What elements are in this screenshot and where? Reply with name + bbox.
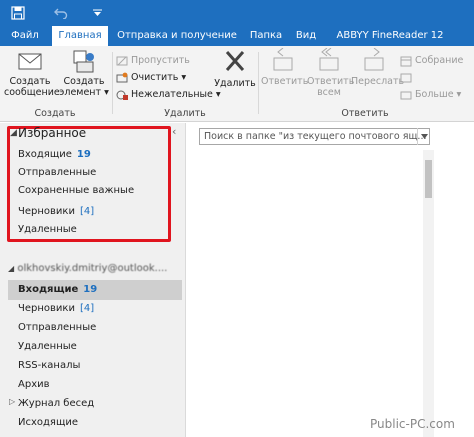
account-header[interactable]: ◢ olkhovskiy.dmitriy@outlook.... <box>8 260 186 278</box>
tab-file[interactable]: Файл <box>4 26 46 46</box>
new-item-label-1: Создать <box>63 76 105 87</box>
new-email-icon <box>18 53 42 70</box>
delete-button[interactable]: Удалить <box>214 48 256 89</box>
folder-archive-label: Архив <box>18 379 50 390</box>
folder-archive[interactable]: Архив <box>18 376 50 394</box>
favorite-deleted[interactable]: Удаленные <box>18 221 77 239</box>
minimize-pane-icon[interactable]: ‹ <box>172 125 176 138</box>
folder-rss-label: RSS-каналы <box>18 360 81 371</box>
im-reply-button[interactable] <box>400 69 412 86</box>
search-dropdown-icon[interactable] <box>417 128 430 145</box>
cleanup-icon <box>116 72 128 82</box>
ribbon-tabs: Файл Главная Отправка и получение Папка … <box>0 26 474 46</box>
folder-sent[interactable]: Отправленные <box>18 319 96 337</box>
expand-arrow-icon[interactable]: ▷ <box>9 397 15 406</box>
ignore-icon <box>116 56 128 65</box>
favorites-title[interactable]: Избранное <box>18 126 86 140</box>
tab-abbyy[interactable]: ABBYY FineReader 12 <box>326 26 454 46</box>
folder-inbox[interactable]: Входящие 19 <box>18 281 97 299</box>
folder-drafts-count: [4] <box>79 303 95 314</box>
title-bar <box>0 0 474 26</box>
search-input[interactable]: Поиск в папке "из текущего почтового ящ.… <box>199 128 430 145</box>
favorite-inbox-label: Входящие <box>18 149 72 160</box>
cleanup-label: Очистить ▾ <box>131 72 187 83</box>
more-label: Больше ▾ <box>415 89 462 100</box>
folder-rss[interactable]: RSS-каналы <box>18 357 80 375</box>
new-item-label-2: элемент ▾ <box>59 87 109 98</box>
navigation-pane: ◢ Избранное ‹ Входящие 19 Отправленные Со… <box>0 123 186 437</box>
reply-all-icon <box>319 48 339 71</box>
reply-all-button[interactable]: Ответить всем <box>307 48 355 98</box>
group-label-delete: Удалить <box>164 108 206 119</box>
favorite-saved-label: Сохраненные важные <box>18 185 135 196</box>
folder-inbox-label: Входящие <box>18 284 79 295</box>
save-icon[interactable] <box>8 4 28 22</box>
new-items-icon <box>73 50 94 73</box>
scrollbar-thumb[interactable] <box>425 160 432 198</box>
folder-conversation-label: Журнал бесед <box>18 398 95 409</box>
favorite-inbox-count: 19 <box>76 149 91 160</box>
more-button[interactable]: Больше ▾ <box>400 86 461 103</box>
search-placeholder: Поиск в папке "из текущего почтового ящ.… <box>204 131 427 142</box>
im-icon <box>400 73 412 82</box>
ignore-label: Пропустить <box>131 55 190 66</box>
undo-icon[interactable] <box>52 4 70 22</box>
tab-send-receive[interactable]: Отправка и получение <box>114 26 240 46</box>
reply-all-label-1: Ответить <box>307 76 355 87</box>
tab-view[interactable]: Вид <box>292 26 320 46</box>
folder-conversation-history[interactable]: Журнал бесед <box>18 395 94 413</box>
meeting-label: Собрание <box>415 55 464 66</box>
favorite-drafts[interactable]: Черновики [4] <box>18 203 94 221</box>
ignore-button[interactable]: Пропустить <box>116 52 190 69</box>
tab-home[interactable]: Главная <box>52 26 108 46</box>
favorite-deleted-label: Удаленные <box>18 224 77 235</box>
collapse-triangle-icon[interactable]: ◢ <box>10 128 17 138</box>
account-name: olkhovskiy.dmitriy@outlook.... <box>17 263 168 274</box>
new-email-button[interactable]: Создать сообщение <box>4 48 60 98</box>
junk-label: Нежелательные ▾ <box>131 89 221 100</box>
tab-folder[interactable]: Папка <box>246 26 286 46</box>
forward-button[interactable]: Переслать <box>351 48 405 87</box>
folder-inbox-count: 19 <box>83 284 98 295</box>
new-item-button[interactable]: Создать элемент ▾ <box>58 48 110 98</box>
favorite-saved-important[interactable]: Сохраненные важные <box>18 182 134 200</box>
meeting-icon <box>400 56 412 66</box>
meeting-button[interactable]: Собрание <box>400 52 463 69</box>
reply-all-label-2: всем <box>317 87 341 98</box>
favorite-drafts-label: Черновики <box>18 206 75 217</box>
watermark: Public-PC.com <box>370 417 455 431</box>
folder-outbox[interactable]: Исходящие <box>18 414 78 432</box>
delete-x-icon <box>225 51 245 71</box>
delete-label: Удалить <box>214 78 256 89</box>
favorite-sent[interactable]: Отправленные <box>18 164 96 182</box>
junk-button[interactable]: Нежелательные ▾ <box>116 86 221 103</box>
folder-deleted-label: Удаленные <box>18 341 77 352</box>
new-email-label-1: Создать <box>9 76 51 87</box>
new-email-label-2: сообщение <box>4 87 60 98</box>
group-label-create: Создать <box>34 108 76 119</box>
folder-drafts[interactable]: Черновики [4] <box>18 300 94 318</box>
more-respond-icon <box>400 91 412 99</box>
group-label-respond: Ответить <box>341 108 389 119</box>
folder-sent-label: Отправленные <box>18 322 97 333</box>
junk-icon <box>116 90 128 100</box>
folder-deleted[interactable]: Удаленные <box>18 338 77 356</box>
forward-icon <box>364 48 384 71</box>
ribbon: Создать сообщение Создать элемент ▾ Созд… <box>0 46 474 122</box>
folder-outbox-label: Исходящие <box>18 417 79 428</box>
chevron-down-icon[interactable] <box>90 4 104 22</box>
favorite-inbox[interactable]: Входящие 19 <box>18 146 91 164</box>
reply-icon <box>273 48 293 71</box>
forward-label: Переслать <box>351 76 405 87</box>
reply-label: Ответить <box>261 76 309 87</box>
cleanup-button[interactable]: Очистить ▾ <box>116 69 186 86</box>
favorite-drafts-count: [4] <box>79 206 95 217</box>
reply-button[interactable]: Ответить <box>261 48 309 87</box>
group-separator <box>258 52 259 114</box>
folder-drafts-label: Черновики <box>18 303 75 314</box>
expand-triangle-icon: ◢ <box>8 264 15 273</box>
favorite-sent-label: Отправленные <box>18 167 97 178</box>
group-separator <box>112 52 113 114</box>
